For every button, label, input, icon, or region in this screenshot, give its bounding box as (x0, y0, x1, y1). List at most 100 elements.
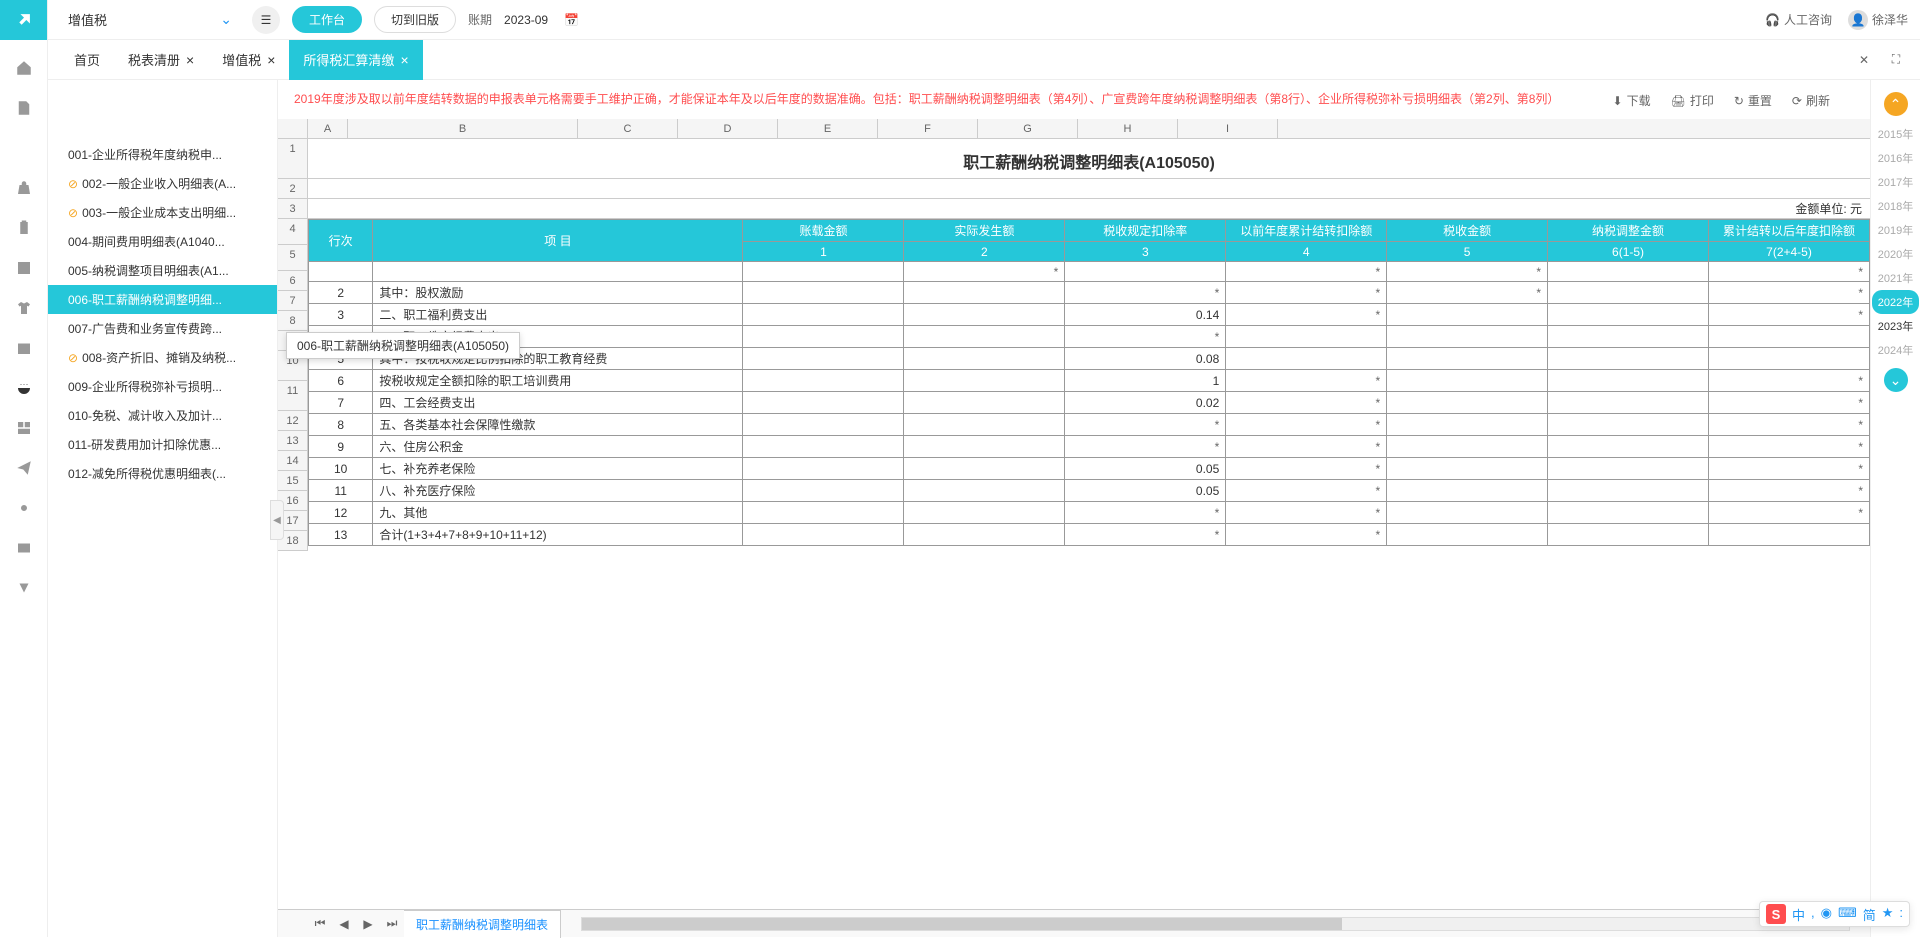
table-cell[interactable]: * (1226, 392, 1387, 414)
table-cell[interactable]: 六、住房公积金 (373, 436, 743, 458)
table-cell[interactable]: 按税收规定全额扣除的职工培训费用 (373, 370, 743, 392)
form-item-9[interactable]: 010-免税、减计收入及加计... (48, 401, 277, 430)
table-cell[interactable]: * (1709, 304, 1870, 326)
table-cell[interactable] (1387, 414, 1548, 436)
nav-calendar-icon[interactable] (8, 332, 40, 364)
table-cell[interactable]: 0.08 (1065, 348, 1226, 370)
col-header[interactable]: I (1178, 119, 1278, 138)
table-cell[interactable] (1387, 502, 1548, 524)
table-cell[interactable]: * (1226, 458, 1387, 480)
row-header[interactable]: 4 (278, 219, 307, 245)
table-cell[interactable] (743, 392, 904, 414)
refresh-button[interactable]: ⟳刷新 (1792, 92, 1830, 109)
col-header[interactable]: G (978, 119, 1078, 138)
table-cell[interactable]: 11 (309, 480, 373, 502)
form-item-2[interactable]: ⊘003-一般企业成本支出明细... (48, 198, 277, 227)
form-item-11[interactable]: 012-减免所得税优惠明细表(... (48, 459, 277, 488)
tab-close-icon[interactable]: × (186, 52, 194, 68)
table-cell[interactable] (904, 282, 1065, 304)
table-cell[interactable] (743, 262, 904, 282)
table-cell[interactable] (1548, 304, 1709, 326)
table-cell[interactable]: 2 (309, 282, 373, 304)
table-cell[interactable] (743, 524, 904, 546)
reset-button[interactable]: ↻重置 (1734, 92, 1772, 109)
table-cell[interactable] (1226, 326, 1387, 348)
year-item[interactable]: 2015年 (1872, 122, 1919, 146)
table-cell[interactable] (373, 262, 743, 282)
table-cell[interactable]: * (1065, 282, 1226, 304)
table-cell[interactable] (1548, 480, 1709, 502)
nav-dashboard-icon[interactable] (8, 412, 40, 444)
year-item[interactable]: 2017年 (1872, 170, 1919, 194)
table-cell[interactable]: 二、职工福利费支出 (373, 304, 743, 326)
year-item[interactable]: 2018年 (1872, 194, 1919, 218)
nav-v-icon[interactable] (8, 572, 40, 604)
table-cell[interactable]: * (1065, 326, 1226, 348)
table-cell[interactable] (904, 458, 1065, 480)
table-cell[interactable]: * (1709, 282, 1870, 304)
table-cell[interactable]: 9 (309, 436, 373, 458)
table-cell[interactable] (1387, 458, 1548, 480)
nav-bag-icon[interactable] (8, 172, 40, 204)
year-item[interactable]: 2021年 (1872, 266, 1919, 290)
table-cell[interactable] (743, 326, 904, 348)
table-cell[interactable] (1226, 348, 1387, 370)
row-header[interactable]: 1 (278, 139, 307, 179)
nav-settings-icon[interactable] (8, 492, 40, 524)
table-cell[interactable] (743, 458, 904, 480)
table-cell[interactable] (1548, 348, 1709, 370)
ime-item[interactable]: 中 (1792, 905, 1805, 924)
year-item[interactable]: 2019年 (1872, 218, 1919, 242)
tab-3[interactable]: 所得税汇算清缴× (289, 40, 422, 80)
row-header[interactable]: 15 (278, 471, 307, 491)
table-cell[interactable] (1548, 436, 1709, 458)
table-cell[interactable]: * (1709, 480, 1870, 502)
table-cell[interactable]: * (1226, 502, 1387, 524)
table-cell[interactable]: * (1709, 414, 1870, 436)
table-cell[interactable]: * (1387, 262, 1548, 282)
table-cell[interactable] (1387, 304, 1548, 326)
collapse-sidebar-handle[interactable]: ◀ (270, 500, 284, 540)
row-header[interactable]: 2 (278, 179, 307, 199)
table-cell[interactable] (904, 414, 1065, 436)
table-cell[interactable]: 八、补充医疗保险 (373, 480, 743, 502)
table-cell[interactable] (1387, 392, 1548, 414)
table-cell[interactable] (1548, 414, 1709, 436)
form-item-10[interactable]: 011-研发费用加计扣除优惠... (48, 430, 277, 459)
tab-0[interactable]: 首页 (60, 40, 114, 80)
row-header[interactable]: 6 (278, 271, 307, 291)
row-header[interactable]: 13 (278, 431, 307, 451)
horizontal-scrollbar[interactable] (581, 917, 1850, 931)
table-cell[interactable]: 8 (309, 414, 373, 436)
table-cell[interactable] (904, 436, 1065, 458)
table-cell[interactable]: * (1709, 392, 1870, 414)
table-cell[interactable]: 10 (309, 458, 373, 480)
tab-2[interactable]: 增值税× (208, 40, 289, 80)
col-header[interactable]: F (878, 119, 978, 138)
nav-video-icon[interactable] (8, 532, 40, 564)
row-header[interactable]: 11 (278, 381, 307, 411)
tab-close-icon[interactable]: × (400, 52, 408, 68)
table-cell[interactable] (1387, 524, 1548, 546)
table-cell[interactable]: 0.02 (1065, 392, 1226, 414)
table-cell[interactable] (904, 524, 1065, 546)
nav-chart-icon[interactable] (8, 132, 40, 164)
table-cell[interactable] (1548, 392, 1709, 414)
table-cell[interactable]: 0.05 (1065, 458, 1226, 480)
col-header[interactable]: E (778, 119, 878, 138)
user-menu[interactable]: 👤 徐泽华 (1848, 10, 1908, 30)
ime-toolbar[interactable]: S 中,◉⌨简★: (1759, 901, 1910, 927)
year-item[interactable]: 2022年 (1872, 290, 1919, 314)
sheet-tab[interactable]: 职工薪酬纳税调整明细表 (404, 910, 561, 938)
tab-1[interactable]: 税表清册× (114, 40, 208, 80)
calendar-icon[interactable]: 📅 (564, 13, 579, 27)
table-cell[interactable] (1387, 480, 1548, 502)
table-cell[interactable] (1548, 458, 1709, 480)
table-cell[interactable]: 13 (309, 524, 373, 546)
ime-item[interactable]: ⌨ (1838, 905, 1857, 924)
ime-item[interactable]: ★ (1882, 905, 1894, 924)
table-cell[interactable]: 12 (309, 502, 373, 524)
workbench-button[interactable]: 工作台 (292, 6, 362, 33)
table-cell[interactable] (1709, 524, 1870, 546)
table-cell[interactable]: 6 (309, 370, 373, 392)
